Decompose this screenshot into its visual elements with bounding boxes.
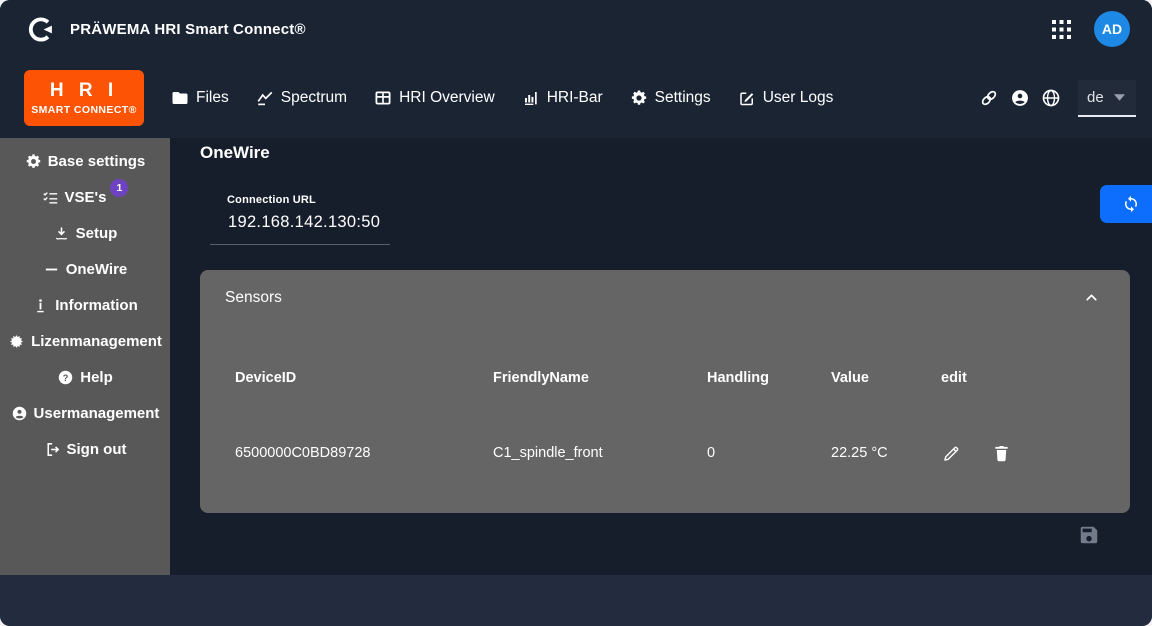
folder-icon [172, 92, 188, 104]
hri-logo-line1: H R I [49, 79, 119, 101]
gear-icon [26, 153, 40, 168]
sidebar-item-label: Setup [75, 224, 118, 242]
save-button[interactable] [1078, 524, 1100, 546]
language-value: de [1087, 88, 1104, 106]
chart-line-icon [257, 91, 273, 106]
vse-count-badge: 1 [110, 179, 129, 197]
connection-url-label: Connection URL [227, 194, 316, 206]
col-header-deviceid: DeviceID [235, 370, 297, 386]
app-title: PRÄWEMA HRI Smart Connect® [70, 20, 306, 38]
download-icon [55, 226, 67, 240]
sidebar-item-label: Information [55, 296, 138, 314]
nav-item-label: Files [196, 89, 229, 106]
sidebar-item-sign-out[interactable]: Sign out [0, 431, 170, 467]
sidebar: Base settings VSE's 1 Setup OneWire Info… [0, 138, 170, 575]
hri-logo-line2: SMART CONNECT® [31, 104, 137, 117]
nav-item-label: User Logs [762, 89, 834, 106]
col-header-value: Value [831, 370, 869, 386]
sidebar-item-label: Usermanagement [33, 404, 160, 422]
cell-device-id: 6500000C0BD89728 [235, 445, 371, 461]
hri-logo[interactable]: H R I SMART CONNECT® [24, 70, 144, 126]
topbar: PRÄWEMA HRI Smart Connect® AD [0, 0, 1152, 58]
col-header-friendlyname: FriendlyName [493, 370, 589, 386]
table-row: 6500000C0BD89728 C1_spindle_front 0 22.2… [200, 428, 1130, 478]
sidebar-item-label: Sign out [66, 440, 127, 458]
license-seal-icon [10, 334, 23, 348]
caret-down-icon [1113, 93, 1125, 101]
table-icon [375, 91, 391, 105]
bar-chart-icon [524, 92, 537, 105]
avatar[interactable]: AD [1094, 11, 1130, 47]
help-circle-icon: ? [59, 370, 73, 384]
app-window: PRÄWEMA HRI Smart Connect® AD H R I SMAR… [0, 0, 1152, 626]
footer-bar [0, 575, 1152, 626]
sensors-panel: Sensors DeviceID FriendlyName Handling V… [200, 270, 1130, 513]
refresh-button[interactable] [1100, 185, 1152, 223]
save-floppy-icon [1080, 526, 1098, 544]
sidebar-item-label: Lizenmanagement [31, 332, 162, 350]
user-circle-icon [12, 406, 26, 420]
main-content: OneWire Connection URL 192.168.142.130:5… [170, 138, 1152, 575]
nav-item-user-logs[interactable]: User Logs [738, 89, 834, 107]
nav-item-spectrum[interactable]: Spectrum [256, 89, 347, 107]
cell-friendly-name: C1_spindle_front [493, 445, 603, 461]
sidebar-item-label: Help [80, 368, 113, 386]
sidebar-item-onewire[interactable]: OneWire [0, 251, 170, 287]
nav-item-settings[interactable]: Settings [630, 89, 711, 107]
nav-item-label: HRI-Bar [546, 89, 603, 106]
cell-value: 22.25 °C [831, 445, 888, 461]
edit-square-icon [739, 92, 753, 106]
connection-url-value[interactable]: 192.168.142.130:50 [210, 213, 390, 232]
language-select[interactable]: de [1078, 79, 1136, 117]
chevron-up-icon[interactable] [1083, 289, 1100, 306]
globe-icon[interactable] [1041, 88, 1061, 108]
gear-icon [631, 90, 646, 105]
page-title: OneWire [200, 143, 270, 162]
prawema-logo-icon [28, 16, 52, 42]
nav-item-label: HRI Overview [399, 89, 495, 106]
user-account-icon[interactable] [1010, 88, 1030, 108]
sidebar-item-lizenmanagement[interactable]: Lizenmanagement [0, 323, 170, 359]
cell-handling: 0 [707, 445, 716, 461]
nav-item-files[interactable]: Files [171, 89, 229, 107]
navbar: H R I SMART CONNECT® Files Spectrum HRI … [0, 58, 1152, 138]
nav-item-hri-overview[interactable]: HRI Overview [374, 89, 495, 107]
sidebar-item-usermanagement[interactable]: Usermanagement [0, 395, 170, 431]
sidebar-item-setup[interactable]: Setup [0, 215, 170, 251]
sidebar-item-label: OneWire [65, 260, 128, 278]
sidebar-item-label: VSE's [64, 188, 107, 206]
col-header-handling: Handling [707, 370, 770, 386]
sidebar-item-base-settings[interactable]: Base settings [0, 143, 170, 179]
sensors-panel-title: Sensors [225, 289, 282, 306]
connection-url-field[interactable]: Connection URL 192.168.142.130:50 [210, 194, 390, 245]
sidebar-item-information[interactable]: Information [0, 287, 170, 323]
dash-icon [45, 268, 57, 270]
refresh-icon [1125, 195, 1137, 213]
svg-text:?: ? [63, 372, 69, 382]
apps-grid-icon[interactable] [1051, 19, 1072, 40]
info-icon [37, 298, 44, 312]
checklist-icon [42, 191, 57, 203]
edit-pencil-icon[interactable] [941, 443, 962, 464]
nav-item-label: Spectrum [280, 89, 348, 106]
sidebar-item-label: Base settings [47, 152, 146, 170]
nav-item-hri-bar[interactable]: HRI-Bar [522, 89, 603, 107]
sidebar-item-help[interactable]: ? Help [0, 359, 170, 395]
col-header-edit: edit [941, 370, 967, 386]
sign-out-icon [46, 442, 59, 456]
link-icon[interactable] [979, 88, 999, 108]
sidebar-item-vses[interactable]: VSE's 1 [0, 179, 170, 215]
trash-icon[interactable] [991, 443, 1012, 464]
table-header-row: DeviceID FriendlyName Handling Value edi… [200, 370, 1130, 386]
nav-item-label: Settings [654, 89, 711, 106]
